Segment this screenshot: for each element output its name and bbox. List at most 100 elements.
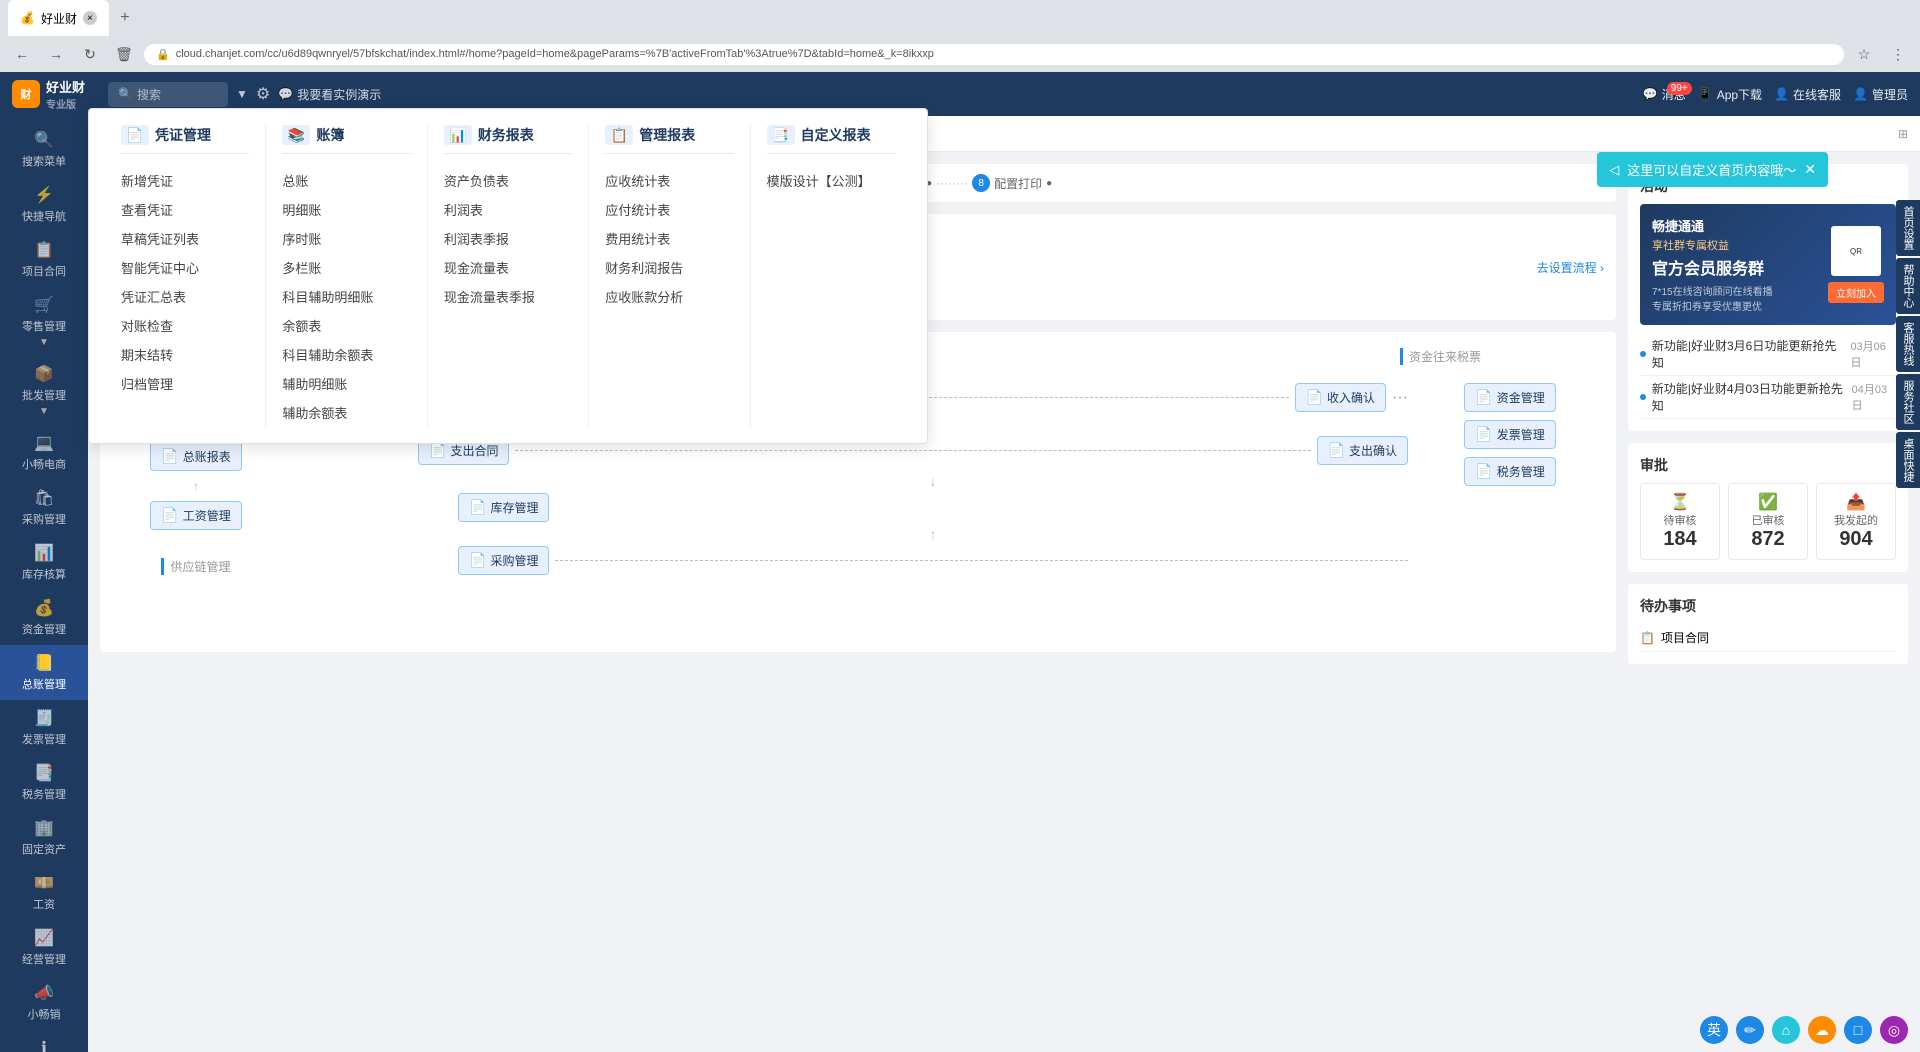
menu-item-receivable-analysis[interactable]: 应收账款分析	[605, 282, 733, 311]
step-8[interactable]: 8 配置打印 ●	[972, 174, 1052, 192]
edge-tab-desktop[interactable]: 桌面快捷	[1896, 432, 1920, 488]
tab-close-btn[interactable]: ×	[83, 11, 97, 25]
menu-section-mgmt-report: 📋 管理报表 应收统计表 应付统计表 费用统计表 财务利润报告 应收账款分析	[589, 125, 750, 427]
bottom-btn-2[interactable]: ✏	[1736, 1016, 1764, 1044]
sidebar-item-basic[interactable]: ℹ 基础信息	[0, 1030, 88, 1052]
menu-item-profit[interactable]: 利润表	[444, 195, 572, 224]
edge-tab-home-settings[interactable]: 首页设置	[1896, 200, 1920, 256]
right-panel: 活动 畅捷通通 享社群专属权益 官方会员服务群	[1628, 164, 1908, 1040]
news-item-1[interactable]: 新功能|好业财3月6日功能更新抢先知 03月06日	[1640, 333, 1896, 376]
menu-item-cashflow-quarterly[interactable]: 现金流量表季报	[444, 282, 572, 311]
header-settings-icon[interactable]: ⚙	[256, 84, 270, 104]
invoice-mgmt-node[interactable]: 📄 发票管理	[1464, 420, 1555, 449]
menu-item-detail-ledger[interactable]: 明细账	[282, 195, 410, 224]
menu-item-receivable-stats[interactable]: 应收统计表	[605, 166, 733, 195]
bottom-btn-1[interactable]: 英	[1700, 1016, 1728, 1044]
approval-stat-initiated[interactable]: 📤 我发起的 904	[1816, 483, 1896, 560]
menu-item-view-voucher[interactable]: 查看凭证	[121, 195, 249, 224]
menu-item-finance-profit[interactable]: 财务利润报告	[605, 253, 733, 282]
download-icon: 📱	[1698, 87, 1713, 101]
inventory-mgmt-node[interactable]: 📄 库存管理	[458, 493, 549, 522]
todo-item-1[interactable]: 📋 项目合同	[1640, 624, 1896, 652]
nav-delete-btn[interactable]: 🗑	[110, 40, 138, 68]
menu-item-aux-detail[interactable]: 辅助明细账	[282, 369, 410, 398]
browser-menu-icon[interactable]: ⋮	[1884, 40, 1912, 68]
menu-item-add-voucher[interactable]: 新增凭证	[121, 166, 249, 195]
online-service-btn[interactable]: 👤 在线客服	[1774, 86, 1841, 103]
nav-back-btn[interactable]: ←	[8, 40, 36, 68]
sidebar-item-invoice[interactable]: 🧾 发票管理	[0, 700, 88, 755]
capital-mgmt-node[interactable]: 📄 资金管理	[1464, 383, 1555, 412]
menu-item-balance-sheet[interactable]: 资产负债表	[444, 166, 572, 195]
sidebar-wholesale-label: 批发管理	[22, 387, 66, 403]
address-bar[interactable]: 🔒 cloud.chanjet.com/cc/u6d89qwnryel/57bf…	[144, 44, 1844, 65]
income-confirm-node[interactable]: 📄 收入确认	[1295, 383, 1386, 412]
menu-item-voucher-summary[interactable]: 凭证汇总表	[121, 282, 249, 311]
menu-item-aux-balance[interactable]: 辅助余额表	[282, 398, 410, 427]
menu-item-balance[interactable]: 余额表	[282, 311, 410, 340]
bottom-btn-3[interactable]: ⌂	[1772, 1016, 1800, 1044]
join-btn[interactable]: 立刻加入	[1828, 282, 1884, 303]
sidebar-item-purchase[interactable]: 🛍 采购管理	[0, 480, 88, 535]
menu-item-draft-voucher[interactable]: 草稿凭证列表	[121, 224, 249, 253]
edge-tab-community[interactable]: 服务社区	[1896, 374, 1920, 430]
active-tab[interactable]: 💰 好业财 ×	[8, 0, 109, 36]
menu-item-payable-stats[interactable]: 应付统计表	[605, 195, 733, 224]
sidebar-item-wholesale[interactable]: 📦 批发管理 ▼	[0, 356, 88, 425]
tax-mgmt-node[interactable]: 📄 税务管理	[1464, 457, 1555, 486]
menu-item-smart-voucher[interactable]: 智能凭证中心	[121, 253, 249, 282]
header-search-box[interactable]: 🔍 搜索	[108, 82, 228, 107]
sidebar-item-retail[interactable]: 🛒 零售管理 ▼	[0, 287, 88, 356]
bottom-btn-4[interactable]: ☁	[1808, 1016, 1836, 1044]
menu-item-multi-column[interactable]: 多栏账	[282, 253, 410, 282]
sidebar-marketing-icon: 📣	[34, 983, 54, 1003]
sidebar-item-operations[interactable]: 📈 经营管理	[0, 920, 88, 975]
sidebar-item-fixed-assets[interactable]: 🏢 固定资产	[0, 810, 88, 865]
header-demo-link[interactable]: 💬 我要看实例演示	[278, 86, 381, 103]
sidebar-item-inventory[interactable]: 📊 库存核算	[0, 535, 88, 590]
menu-item-expense-stats[interactable]: 费用统计表	[605, 224, 733, 253]
header-dropdown-btn[interactable]: ▼	[236, 87, 248, 101]
app-download-btn[interactable]: 📱 App下载	[1698, 86, 1762, 103]
menu-item-subject-detail[interactable]: 科目辅助明细账	[282, 282, 410, 311]
menu-item-reconcile[interactable]: 对账检查	[121, 311, 249, 340]
user-menu-btn[interactable]: 👤 管理员	[1853, 86, 1908, 103]
set-flow-link[interactable]: 去设置流程 ›	[1537, 259, 1604, 276]
edge-tab-help[interactable]: 帮助中心	[1896, 258, 1920, 314]
sidebar-item-ecommerce[interactable]: 💻 小畅电商	[0, 425, 88, 480]
menu-item-subject-balance[interactable]: 科目辅助余额表	[282, 340, 410, 369]
menu-item-profit-quarterly[interactable]: 利润表季报	[444, 224, 572, 253]
tip-close-btn[interactable]: ✕	[1804, 161, 1816, 178]
sidebar-item-salary[interactable]: 💴 工资	[0, 865, 88, 920]
sidebar-item-accounting[interactable]: 📒 总账管理	[0, 645, 88, 700]
sidebar-item-project[interactable]: 📋 项目合同	[0, 232, 88, 287]
approval-stat-pending[interactable]: ⏳ 待审核 184	[1640, 483, 1720, 560]
menu-item-cashflow[interactable]: 现金流量表	[444, 253, 572, 282]
sidebar-item-marketing[interactable]: 📣 小畅销	[0, 975, 88, 1030]
nav-refresh-btn[interactable]: ↻	[76, 40, 104, 68]
browser-star-icon[interactable]: ☆	[1850, 40, 1878, 68]
menu-item-archive[interactable]: 归档管理	[121, 369, 249, 398]
salary-mgmt-node[interactable]: 📄 工资管理	[150, 501, 241, 530]
content-area: 首页 ⊞ 📄 凭证管理 新增凭证 查看凭证 草稿凭证列表	[88, 116, 1920, 1052]
general-ledger-report-node[interactable]: 📄 总账报表	[150, 442, 241, 471]
bottom-btn-6[interactable]: ◎	[1880, 1016, 1908, 1044]
sidebar-item-shortcut[interactable]: ⚡ 快捷导航	[0, 177, 88, 232]
sidebar-item-tax[interactable]: 📑 税务管理	[0, 755, 88, 810]
news-item-2[interactable]: 新功能|好业财4月03日功能更新抢先知 04月03日	[1640, 376, 1896, 419]
menu-item-period-end[interactable]: 期末结转	[121, 340, 249, 369]
menu-item-template-design[interactable]: 模版设计【公测】	[767, 166, 895, 195]
sidebar-item-finance[interactable]: 💰 资金管理	[0, 590, 88, 645]
new-tab-btn[interactable]: +	[113, 6, 137, 30]
message-btn[interactable]: 💬 消息 99+	[1643, 86, 1686, 103]
purchase-mgmt-node[interactable]: 📄 采购管理	[458, 546, 549, 575]
bottom-btn-5[interactable]: □	[1844, 1016, 1872, 1044]
menu-item-general-ledger[interactable]: 总账	[282, 166, 410, 195]
sidebar-item-search[interactable]: 🔍 搜索菜单	[0, 122, 88, 177]
menu-item-journal[interactable]: 序时账	[282, 224, 410, 253]
approval-stat-approved[interactable]: ✅ 已审核 872	[1728, 483, 1808, 560]
edge-tab-hotline[interactable]: 客服热线	[1896, 316, 1920, 372]
expense-confirm-node[interactable]: 📄 支出确认	[1317, 436, 1408, 465]
nav-expand-btn[interactable]: ⊞	[1898, 127, 1908, 141]
nav-forward-btn[interactable]: →	[42, 40, 70, 68]
